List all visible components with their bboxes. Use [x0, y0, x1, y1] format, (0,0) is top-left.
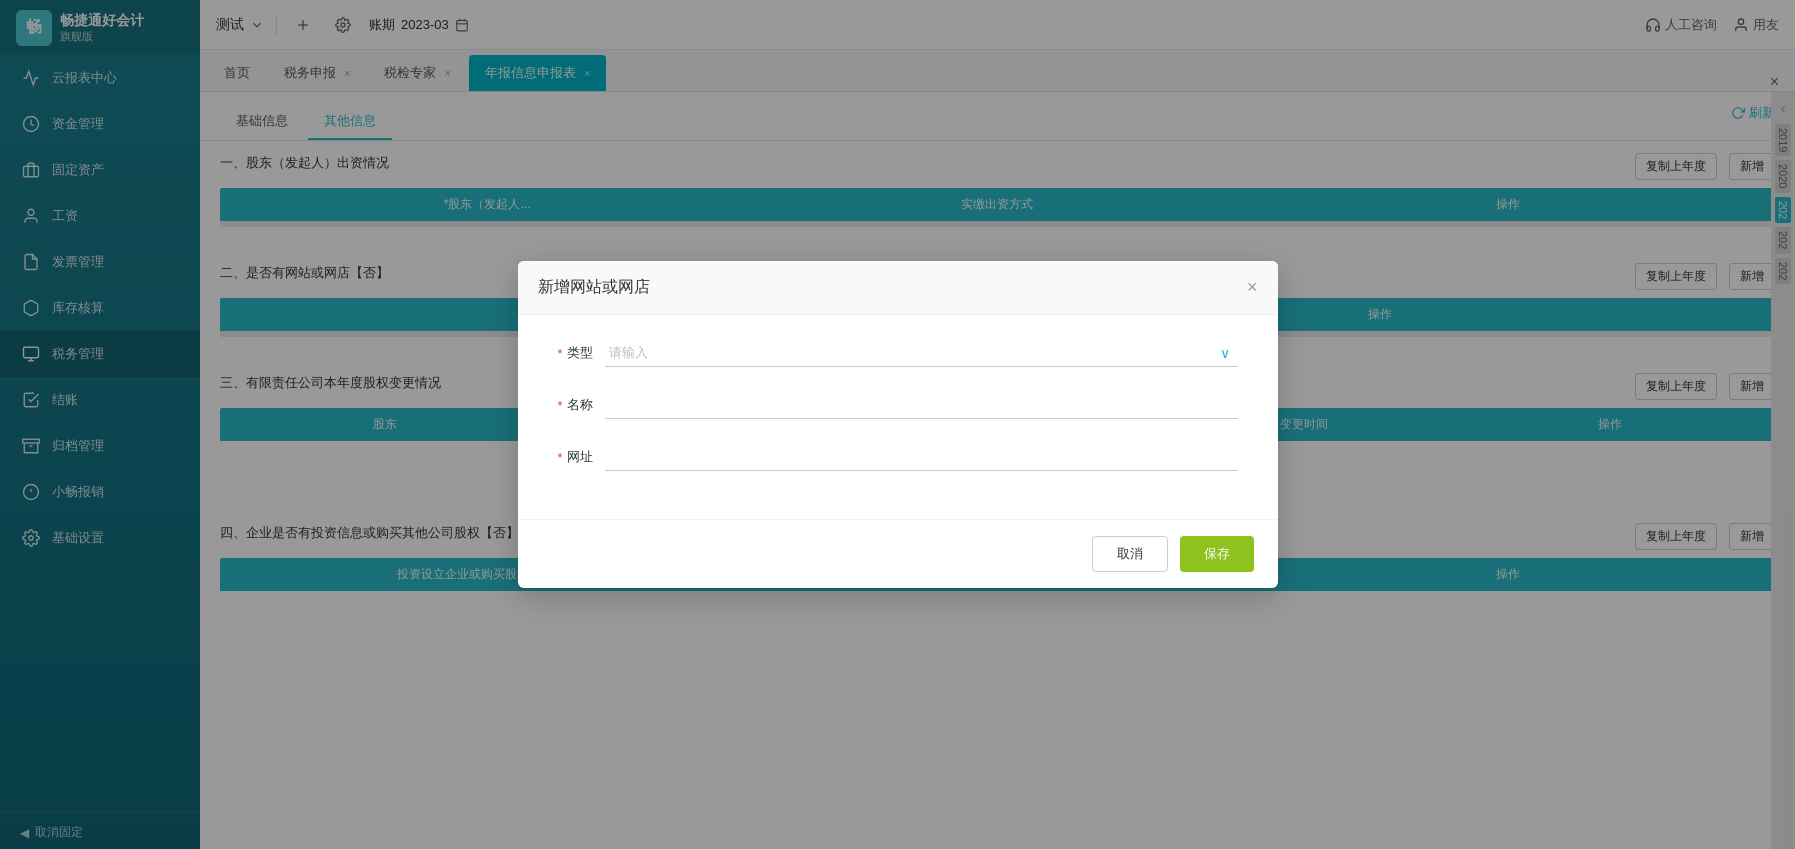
name-input[interactable]: [605, 391, 1238, 419]
form-item-name: * 名称: [558, 391, 1238, 419]
dialog-body: * 类型 ∨ * 名称 * 网址: [518, 315, 1278, 519]
form-item-type: * 类型 ∨: [558, 339, 1238, 367]
save-button[interactable]: 保存: [1180, 536, 1254, 572]
dialog-header: 新增网站或网店 ×: [518, 261, 1278, 315]
url-input-wrap: [605, 443, 1238, 471]
modal-overlay: 新增网站或网店 × * 类型 ∨ * 名称: [0, 0, 1795, 849]
name-input-wrap: [605, 391, 1238, 419]
url-label-text: 网址: [567, 448, 593, 466]
type-input[interactable]: [605, 339, 1238, 367]
url-required-mark: *: [558, 450, 563, 465]
dialog-add-website: 新增网站或网店 × * 类型 ∨ * 名称: [518, 261, 1278, 588]
name-required-mark: *: [558, 398, 563, 413]
url-input[interactable]: [605, 443, 1238, 471]
name-label-text: 名称: [567, 396, 593, 414]
type-label-text: 类型: [567, 344, 593, 362]
type-required-mark: *: [558, 346, 563, 361]
dialog-close-button[interactable]: ×: [1247, 277, 1258, 298]
type-input-wrap: ∨: [605, 339, 1238, 367]
form-item-url: * 网址: [558, 443, 1238, 471]
dialog-footer: 取消 保存: [518, 519, 1278, 588]
dialog-title: 新增网站或网店: [538, 277, 650, 298]
cancel-button[interactable]: 取消: [1092, 536, 1168, 572]
